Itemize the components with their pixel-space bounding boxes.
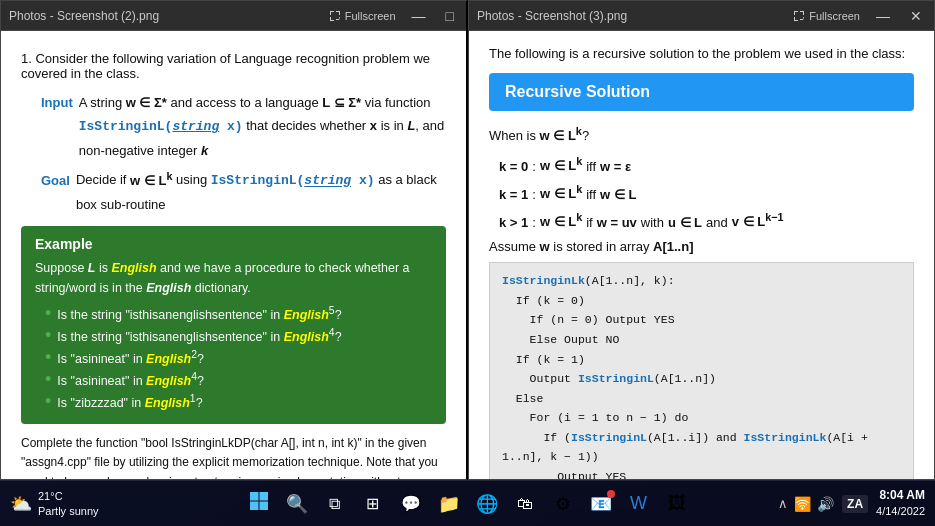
edge-button[interactable]: 🌐 (469, 486, 505, 522)
minimize-btn-right[interactable]: — (872, 8, 894, 24)
search-icon: 🔍 (286, 493, 308, 515)
folder-icon: 📁 (438, 493, 460, 515)
windows-logo-icon (249, 491, 269, 516)
chat-icon: 💬 (401, 494, 421, 513)
store-button[interactable]: 🛍 (507, 486, 543, 522)
window-right-controls: Fullscreen — ✕ (793, 8, 926, 24)
weather-desc: Partly sunny (38, 504, 99, 518)
bullet-list: • Is the string "isthisanenglishsentence… (35, 304, 432, 410)
svg-rect-3 (259, 502, 268, 511)
fullscreen-btn-right[interactable]: Fullscreen (793, 10, 860, 22)
close-btn-right[interactable]: ✕ (906, 8, 926, 24)
edge-icon: 🌐 (476, 493, 498, 515)
date-display: 4/14/2022 (876, 504, 925, 519)
file-explorer-button[interactable]: 📁 (431, 486, 467, 522)
goal-label: Goal (41, 169, 70, 192)
problem-text: 1. Consider the following variation of L… (21, 51, 446, 81)
code-block: IsStringinLk(A[1..n], k): If (k = 0) If … (489, 262, 914, 479)
footer-text: Complete the function "bool IsStringinLk… (21, 434, 446, 479)
svg-rect-0 (250, 492, 259, 501)
maximize-btn-left[interactable]: □ (442, 8, 458, 24)
word-icon: W (630, 493, 647, 514)
example-body: Suppose L is English and we have a proce… (35, 258, 432, 298)
taskbar-right: ∧ 🛜 🔊 ZA 8:04 AM 4/14/2022 (778, 487, 925, 519)
window-left-title: Photos - Screenshot (2).png (9, 9, 159, 23)
input-label: Input (41, 91, 73, 114)
bullet-item: • Is "asinineat" in English4? (45, 370, 432, 388)
taskbar: ⛅ 21°C Partly sunny (0, 480, 935, 526)
title-bar-right: Photos - Screenshot (3).png Fullscreen —… (469, 1, 934, 31)
photos-icon: 🖼 (668, 493, 686, 514)
minimize-btn-left[interactable]: — (408, 8, 430, 24)
taskbar-left: ⛅ 21°C Partly sunny (10, 489, 107, 518)
search-button[interactable]: 🔍 (279, 486, 315, 522)
svg-rect-1 (259, 492, 268, 501)
store-icon: 🛍 (517, 495, 533, 513)
input-text: A string w ∈ Σ* and access to a language… (79, 91, 446, 162)
time-display: 8:04 AM (876, 487, 925, 504)
time-date[interactable]: 8:04 AM 4/14/2022 (876, 487, 925, 519)
goal-text: Decide if w ∈ Lk using IsStringinL(strin… (76, 166, 446, 216)
bullet-item: • Is the string "isthisanenglishsentence… (45, 304, 432, 322)
chat-button[interactable]: 💬 (393, 486, 429, 522)
system-icons: ∧ 🛜 🔊 (778, 496, 834, 512)
settings-button[interactable]: ⚙ (545, 486, 581, 522)
chevron-up-icon[interactable]: ∧ (778, 496, 788, 511)
task-view-icon: ⧉ (329, 495, 340, 513)
window-right: Photos - Screenshot (3).png Fullscreen —… (468, 0, 935, 480)
window-right-title: Photos - Screenshot (3).png (477, 9, 627, 23)
desktop: Photos - Screenshot (2).png Fullscreen —… (0, 0, 935, 526)
example-box: Example Suppose L is English and we have… (21, 226, 446, 424)
recursive-box: Recursive Solution (489, 73, 914, 111)
window-left-controls: Fullscreen — □ (329, 8, 458, 24)
notification-dot (607, 490, 615, 498)
math-lines: k = 0: w ∈ Lk iff w = ε k = 1: w ∈ Lk if… (499, 151, 914, 235)
bullet-item: • Is the string "isthisanenglishsentence… (45, 326, 432, 344)
right-intro: The following is a recursive solution to… (489, 46, 914, 61)
window-right-content: The following is a recursive solution to… (469, 31, 934, 479)
taskbar-center: 🔍 ⧉ ⊞ 💬 📁 🌐 🛍 (241, 486, 695, 522)
weather-widget[interactable]: ⛅ 21°C Partly sunny (10, 489, 99, 518)
windows-container: Photos - Screenshot (2).png Fullscreen —… (0, 0, 935, 480)
assume-line: Assume w is stored in array A[1..n] (489, 239, 914, 254)
photos-button[interactable]: 🖼 (659, 486, 695, 522)
bullet-item: • Is "zibzzzad" in English1? (45, 392, 432, 410)
svg-rect-2 (250, 502, 259, 511)
widgets-icon: ⊞ (366, 494, 379, 513)
window-left-content: 1. Consider the following variation of L… (1, 31, 466, 479)
example-title: Example (35, 236, 432, 252)
fullscreen-btn-left[interactable]: Fullscreen (329, 10, 396, 22)
start-button[interactable] (241, 486, 277, 522)
window-left: Photos - Screenshot (2).png Fullscreen —… (0, 0, 468, 480)
network-icon[interactable]: 🛜 (794, 496, 811, 512)
weather-icon: ⛅ (10, 493, 32, 515)
widgets-button[interactable]: ⊞ (355, 486, 391, 522)
word-button[interactable]: W (621, 486, 657, 522)
language-badge[interactable]: ZA (842, 495, 868, 513)
settings-icon: ⚙ (555, 493, 571, 515)
title-bar-left: Photos - Screenshot (2).png Fullscreen —… (1, 1, 466, 31)
speaker-icon[interactable]: 🔊 (817, 496, 834, 512)
when-is: When is w ∈ Lk? (489, 125, 914, 143)
bullet-item: • Is "asinineat" in English2? (45, 348, 432, 366)
mail-button[interactable]: 📧 (583, 486, 619, 522)
task-view-button[interactable]: ⧉ (317, 486, 353, 522)
input-goal-block: Input A string w ∈ Σ* and access to a la… (41, 91, 446, 216)
weather-temp: 21°C (38, 489, 99, 503)
